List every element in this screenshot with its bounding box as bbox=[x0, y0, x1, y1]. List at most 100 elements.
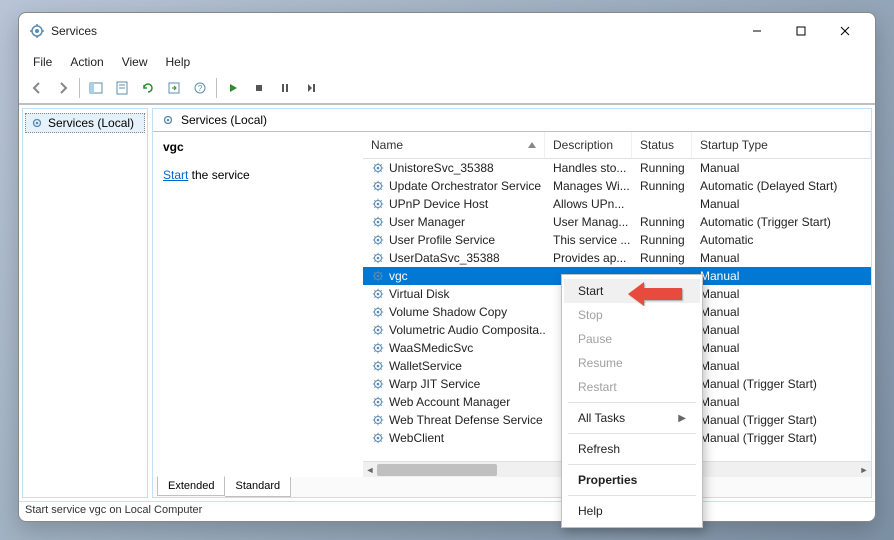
context-menu-resume: Resume bbox=[564, 351, 700, 375]
forward-button[interactable] bbox=[51, 77, 75, 99]
service-startup: Manual bbox=[692, 287, 871, 301]
restart-button[interactable] bbox=[299, 77, 323, 99]
service-name: WalletService bbox=[389, 359, 462, 373]
context-menu-help[interactable]: Help bbox=[564, 499, 700, 523]
start-button[interactable] bbox=[221, 77, 245, 99]
service-startup: Manual bbox=[692, 251, 871, 265]
menu-view[interactable]: View bbox=[114, 51, 156, 73]
menu-file[interactable]: File bbox=[25, 51, 60, 73]
show-hide-button[interactable] bbox=[84, 77, 108, 99]
nav-tree[interactable]: Services (Local) bbox=[22, 108, 148, 498]
service-row[interactable]: User Profile ServiceThis service ...Runn… bbox=[363, 231, 871, 249]
column-startup[interactable]: Startup Type bbox=[692, 132, 871, 158]
gear-icon bbox=[371, 269, 385, 283]
menu-action[interactable]: Action bbox=[62, 51, 111, 73]
service-name: UserDataSvc_35388 bbox=[389, 251, 500, 265]
svg-text:?: ? bbox=[198, 84, 203, 93]
service-name: Warp JIT Service bbox=[389, 377, 480, 391]
list-header: Name Description Status Startup Type bbox=[363, 132, 871, 159]
service-name: WaaSMedicSvc bbox=[389, 341, 473, 355]
service-startup: Manual (Trigger Start) bbox=[692, 413, 871, 427]
context-menu-label: Restart bbox=[578, 380, 617, 394]
service-startup: Automatic (Trigger Start) bbox=[692, 215, 871, 229]
gear-icon bbox=[371, 161, 385, 175]
refresh-button[interactable] bbox=[136, 77, 160, 99]
back-button[interactable] bbox=[25, 77, 49, 99]
service-name: WebClient bbox=[389, 431, 444, 445]
annotation-arrow-icon bbox=[628, 282, 684, 306]
service-status: Running bbox=[632, 215, 692, 229]
close-button[interactable] bbox=[823, 16, 867, 46]
service-name: Volumetric Audio Composita... bbox=[389, 323, 545, 337]
pane-title: Services (Local) bbox=[181, 113, 267, 127]
service-startup: Manual (Trigger Start) bbox=[692, 431, 871, 445]
service-startup: Manual bbox=[692, 161, 871, 175]
scroll-thumb[interactable] bbox=[377, 464, 497, 476]
context-menu-all-tasks[interactable]: All Tasks ▶ bbox=[564, 406, 700, 430]
gear-icon bbox=[371, 431, 385, 445]
column-status[interactable]: Status bbox=[632, 132, 692, 158]
service-desc: Provides ap... bbox=[545, 251, 632, 265]
context-menu-label: All Tasks bbox=[578, 411, 625, 425]
context-menu-label: Properties bbox=[578, 473, 637, 487]
menu-help[interactable]: Help bbox=[158, 51, 199, 73]
tab-extended[interactable]: Extended bbox=[157, 476, 225, 496]
column-description[interactable]: Description bbox=[545, 132, 632, 158]
tree-item-services-local[interactable]: Services (Local) bbox=[25, 113, 145, 133]
detail-service-name: vgc bbox=[163, 140, 353, 154]
service-row[interactable]: UPnP Device HostAllows UPn...Manual bbox=[363, 195, 871, 213]
context-menu-properties[interactable]: Properties bbox=[564, 468, 700, 492]
context-menu-label: Refresh bbox=[578, 442, 620, 456]
gear-icon bbox=[371, 197, 385, 211]
gear-icon bbox=[30, 116, 44, 130]
service-desc: This service ... bbox=[545, 233, 632, 247]
service-name: Web Threat Defense Service bbox=[389, 413, 543, 427]
column-name[interactable]: Name bbox=[363, 132, 545, 158]
service-name: User Manager bbox=[389, 215, 465, 229]
service-row[interactable]: UnistoreSvc_35388Handles sto...RunningMa… bbox=[363, 159, 871, 177]
service-row[interactable]: Update Orchestrator ServiceManages Wi...… bbox=[363, 177, 871, 195]
context-menu-label: Pause bbox=[578, 332, 612, 346]
export-button[interactable] bbox=[162, 77, 186, 99]
service-row[interactable]: UserDataSvc_35388Provides ap...RunningMa… bbox=[363, 249, 871, 267]
context-menu-label: Start bbox=[578, 284, 603, 298]
service-name: Web Account Manager bbox=[389, 395, 510, 409]
service-startup: Manual bbox=[692, 305, 871, 319]
gear-icon bbox=[371, 413, 385, 427]
maximize-button[interactable] bbox=[779, 16, 823, 46]
gear-icon bbox=[371, 233, 385, 247]
service-desc: User Manag... bbox=[545, 215, 632, 229]
pause-button[interactable] bbox=[273, 77, 297, 99]
stop-button[interactable] bbox=[247, 77, 271, 99]
service-row[interactable]: User Manager User Manag...RunningAutomati… bbox=[363, 213, 871, 231]
pane-body: vgc Start the service Name Description S… bbox=[153, 132, 871, 477]
context-menu-separator bbox=[568, 433, 696, 434]
service-desc: Allows UPn... bbox=[545, 197, 632, 211]
context-menu-refresh[interactable]: Refresh bbox=[564, 437, 700, 461]
help-button[interactable]: ? bbox=[188, 77, 212, 99]
scroll-left-icon[interactable]: ◄ bbox=[363, 462, 377, 478]
chevron-right-icon: ▶ bbox=[678, 413, 686, 424]
context-menu-label: Stop bbox=[578, 308, 603, 322]
start-service-link[interactable]: Start bbox=[163, 168, 188, 182]
titlebar[interactable]: Services bbox=[19, 13, 875, 49]
service-desc: Handles sto... bbox=[545, 161, 632, 175]
service-name: UPnP Device Host bbox=[389, 197, 488, 211]
detail-action-suffix: the service bbox=[188, 168, 249, 182]
scroll-right-icon[interactable]: ► bbox=[857, 462, 871, 478]
gear-icon bbox=[371, 341, 385, 355]
service-status: Running bbox=[632, 161, 692, 175]
menubar: File Action View Help bbox=[19, 49, 875, 75]
context-menu-label: Resume bbox=[578, 356, 623, 370]
gear-icon bbox=[371, 305, 385, 319]
detail-action: Start the service bbox=[163, 168, 353, 182]
service-desc: Manages Wi... bbox=[545, 179, 632, 193]
statusbar: Start service vgc on Local Computer bbox=[19, 501, 875, 521]
properties-button[interactable] bbox=[110, 77, 134, 99]
service-name: User Profile Service bbox=[389, 233, 495, 247]
gear-icon bbox=[161, 113, 175, 127]
context-menu-separator bbox=[568, 464, 696, 465]
pane-header: Services (Local) bbox=[153, 109, 871, 132]
minimize-button[interactable] bbox=[735, 16, 779, 46]
tab-standard[interactable]: Standard bbox=[225, 477, 291, 497]
